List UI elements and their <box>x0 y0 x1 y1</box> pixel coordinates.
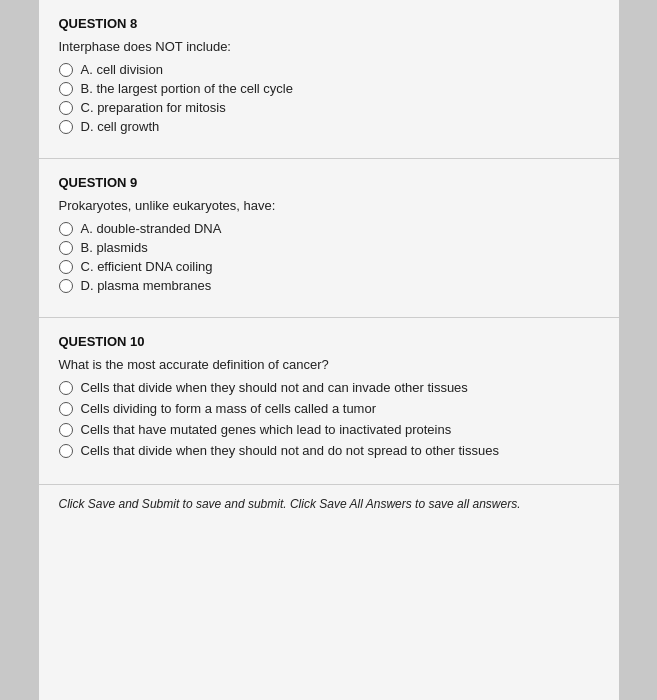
q9-option-d-label: D. plasma membranes <box>81 278 212 293</box>
q10-option-4-label: Cells that divide when they should not a… <box>81 443 499 458</box>
q9-option-b[interactable]: B. plasmids <box>59 240 599 255</box>
radio-q8-c[interactable] <box>59 101 73 115</box>
q8-option-c-label: C. preparation for mitosis <box>81 100 226 115</box>
q9-option-a-label: A. double-stranded DNA <box>81 221 222 236</box>
q10-option-2[interactable]: Cells dividing to form a mass of cells c… <box>59 401 599 416</box>
question-10-options: Cells that divide when they should not a… <box>59 380 599 458</box>
q10-option-1-label: Cells that divide when they should not a… <box>81 380 468 395</box>
q10-option-2-label: Cells dividing to form a mass of cells c… <box>81 401 377 416</box>
q8-option-a-label: A. cell division <box>81 62 163 77</box>
radio-q9-c[interactable] <box>59 260 73 274</box>
q9-option-a[interactable]: A. double-stranded DNA <box>59 221 599 236</box>
radio-q9-d[interactable] <box>59 279 73 293</box>
q9-option-c[interactable]: C. efficient DNA coiling <box>59 259 599 274</box>
q9-option-c-label: C. efficient DNA coiling <box>81 259 213 274</box>
radio-q8-a[interactable] <box>59 63 73 77</box>
q10-option-4[interactable]: Cells that divide when they should not a… <box>59 443 599 458</box>
radio-q8-d[interactable] <box>59 120 73 134</box>
footer-text: Click Save and Submit to save and submit… <box>39 484 619 523</box>
radio-q9-b[interactable] <box>59 241 73 255</box>
radio-q10-3[interactable] <box>59 423 73 437</box>
q9-option-d[interactable]: D. plasma membranes <box>59 278 599 293</box>
q8-option-b[interactable]: B. the largest portion of the cell cycle <box>59 81 599 96</box>
q8-option-d-label: D. cell growth <box>81 119 160 134</box>
question-10-text: What is the most accurate definition of … <box>59 357 599 372</box>
question-9-text: Prokaryotes, unlike eukaryotes, have: <box>59 198 599 213</box>
question-10-block: QUESTION 10 What is the most accurate de… <box>39 318 619 484</box>
q9-option-b-label: B. plasmids <box>81 240 148 255</box>
question-10-label: QUESTION 10 <box>59 334 599 349</box>
q8-option-c[interactable]: C. preparation for mitosis <box>59 100 599 115</box>
question-9-block: QUESTION 9 Prokaryotes, unlike eukaryote… <box>39 159 619 318</box>
q8-option-d[interactable]: D. cell growth <box>59 119 599 134</box>
q10-option-3[interactable]: Cells that have mutated genes which lead… <box>59 422 599 437</box>
question-9-options: A. double-stranded DNA B. plasmids C. ef… <box>59 221 599 293</box>
question-8-label: QUESTION 8 <box>59 16 599 31</box>
q10-option-1[interactable]: Cells that divide when they should not a… <box>59 380 599 395</box>
radio-q10-1[interactable] <box>59 381 73 395</box>
q8-option-b-label: B. the largest portion of the cell cycle <box>81 81 293 96</box>
question-8-text: Interphase does NOT include: <box>59 39 599 54</box>
q10-option-3-label: Cells that have mutated genes which lead… <box>81 422 452 437</box>
radio-q9-a[interactable] <box>59 222 73 236</box>
question-9-label: QUESTION 9 <box>59 175 599 190</box>
page-container: QUESTION 8 Interphase does NOT include: … <box>39 0 619 700</box>
q8-option-a[interactable]: A. cell division <box>59 62 599 77</box>
radio-q10-2[interactable] <box>59 402 73 416</box>
question-8-options: A. cell division B. the largest portion … <box>59 62 599 134</box>
radio-q8-b[interactable] <box>59 82 73 96</box>
radio-q10-4[interactable] <box>59 444 73 458</box>
question-8-block: QUESTION 8 Interphase does NOT include: … <box>39 0 619 159</box>
